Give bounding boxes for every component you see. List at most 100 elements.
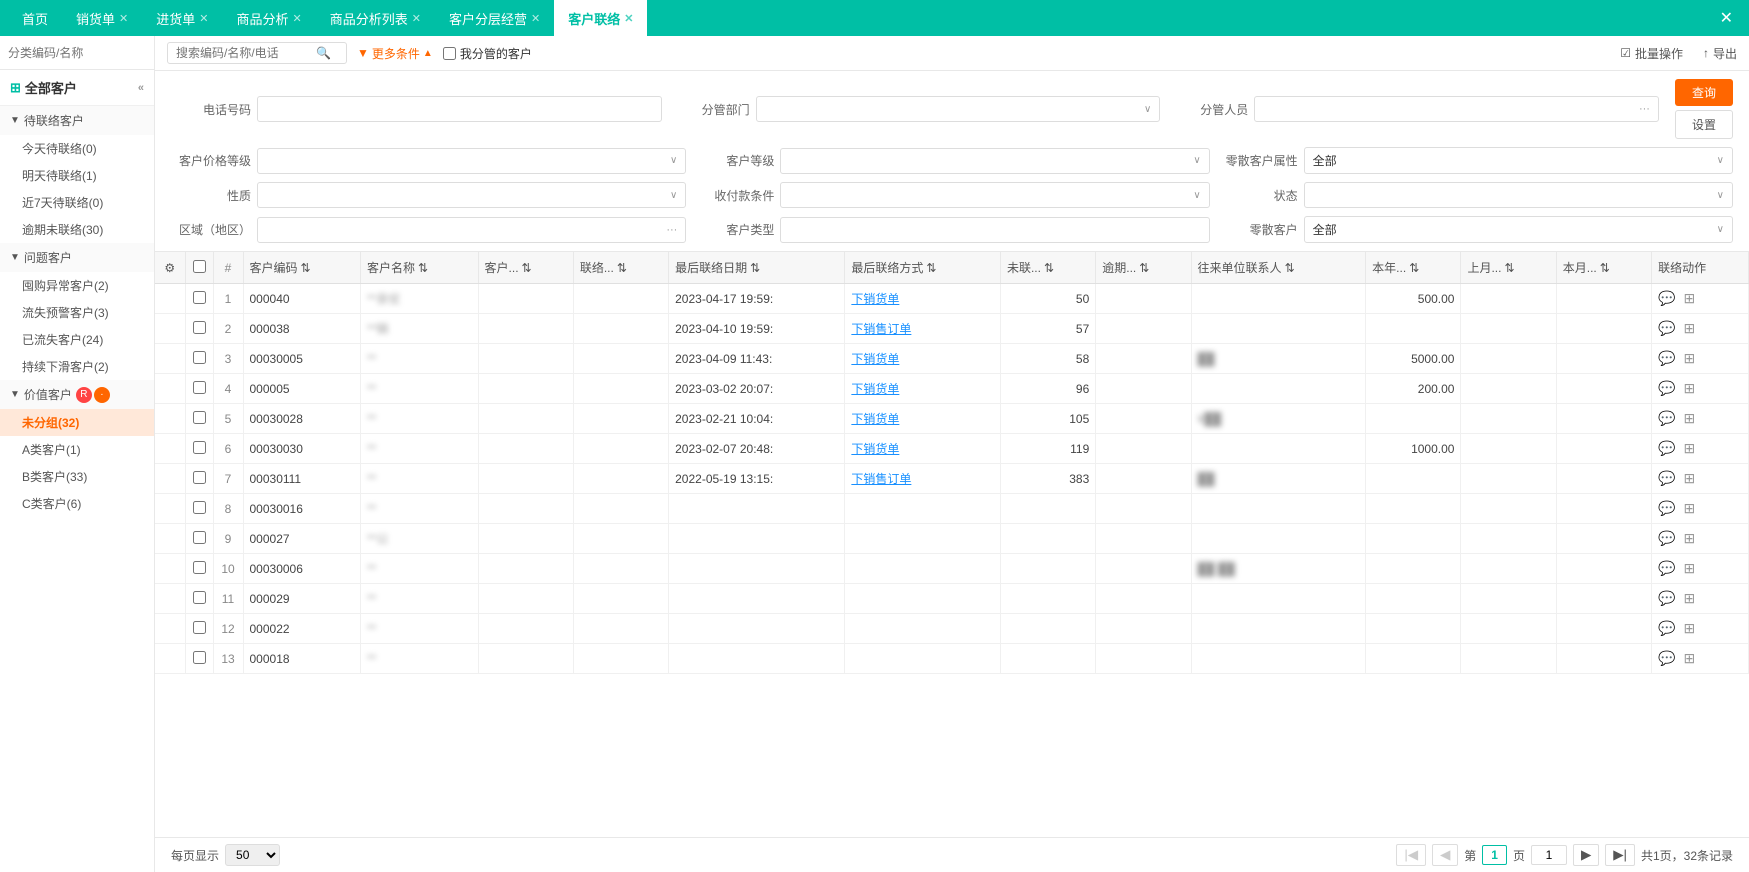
sidebar-item-class-b[interactable]: B类客户(33)	[0, 463, 154, 490]
th-code[interactable]: 客户编码 ⇅	[243, 252, 361, 284]
action-message-icon[interactable]: 💬	[1658, 320, 1675, 337]
action-grid-icon[interactable]: ⊞	[1684, 290, 1696, 307]
nav-home[interactable]: 首页	[8, 0, 62, 36]
nav-sales-close[interactable]: ✕	[119, 12, 128, 25]
row-checkbox[interactable]	[193, 471, 206, 484]
row-checkbox[interactable]	[193, 351, 206, 364]
filter-search-input[interactable]	[176, 46, 316, 60]
action-grid-icon[interactable]: ⊞	[1684, 380, 1696, 397]
td-checkbox[interactable]	[185, 584, 213, 614]
next-page-btn[interactable]: ▶	[1573, 844, 1599, 866]
sidebar-item-declining[interactable]: 持续下滑客户(2)	[0, 353, 154, 380]
first-page-btn[interactable]: |◀	[1396, 844, 1426, 866]
sidebar-search-input[interactable]	[8, 46, 155, 60]
th-this-month[interactable]: 本月... ⇅	[1556, 252, 1651, 284]
row-checkbox[interactable]	[193, 321, 206, 334]
th-overdue[interactable]: 逾期... ⇅	[1096, 252, 1191, 284]
th-this-year[interactable]: 本年... ⇅	[1366, 252, 1461, 284]
row-checkbox[interactable]	[193, 501, 206, 514]
filter-more-btn[interactable]: ▼ 更多条件 ▲	[357, 45, 433, 62]
row-checkbox[interactable]	[193, 651, 206, 664]
action-message-icon[interactable]: 💬	[1658, 620, 1675, 637]
filter-payment-input[interactable]: ∨	[780, 182, 1209, 208]
action-grid-icon[interactable]: ⊞	[1684, 320, 1696, 337]
row-checkbox[interactable]	[193, 591, 206, 604]
action-grid-icon[interactable]: ⊞	[1684, 590, 1696, 607]
sidebar-item-ungroup[interactable]: 未分组(32)	[0, 409, 154, 436]
row-checkbox[interactable]	[193, 561, 206, 574]
td-last-contact-method[interactable]: 下销货单	[845, 434, 1001, 464]
nav-purchase-close[interactable]: ✕	[199, 12, 208, 25]
th-last-contact-date[interactable]: 最后联络日期 ⇅	[669, 252, 845, 284]
td-last-contact-method[interactable]	[845, 644, 1001, 674]
th-no-contact[interactable]: 未联... ⇅	[1000, 252, 1095, 284]
th-last-month[interactable]: 上月... ⇅	[1461, 252, 1556, 284]
action-message-icon[interactable]: 💬	[1658, 560, 1675, 577]
page-size-select[interactable]: 50 20 100	[225, 844, 280, 866]
td-last-contact-method[interactable]: 下销售订单	[845, 464, 1001, 494]
action-message-icon[interactable]: 💬	[1658, 650, 1675, 667]
nav-sales[interactable]: 销货单 ✕	[62, 0, 142, 36]
th-unit-contact[interactable]: 往来单位联系人 ⇅	[1191, 252, 1366, 284]
sidebar-item-churned[interactable]: 已流失客户(24)	[0, 326, 154, 353]
td-last-contact-method[interactable]	[845, 554, 1001, 584]
filter-search-icon[interactable]: 🔍	[316, 46, 331, 60]
filter-phone-input[interactable]	[257, 96, 662, 122]
th-contact[interactable]: 联络... ⇅	[573, 252, 668, 284]
my-customers-checkbox-wrap[interactable]: 我分管的客户	[443, 45, 532, 62]
td-last-contact-method[interactable]	[845, 584, 1001, 614]
td-last-contact-method[interactable]	[845, 524, 1001, 554]
sidebar-group-pending[interactable]: ▼ 待联络客户	[0, 106, 154, 135]
nav-customer-segment[interactable]: 客户分层经营 ✕	[435, 0, 554, 36]
td-checkbox[interactable]	[185, 374, 213, 404]
sidebar-item-class-c[interactable]: C类客户(6)	[0, 490, 154, 517]
sidebar-item-abnormal[interactable]: 囤购异常客户(2)	[0, 272, 154, 299]
td-checkbox[interactable]	[185, 314, 213, 344]
sidebar-item-7days[interactable]: 近7天待联络(0)	[0, 189, 154, 216]
th-last-contact-method[interactable]: 最后联络方式 ⇅	[845, 252, 1001, 284]
td-last-contact-method[interactable]: 下销货单	[845, 344, 1001, 374]
th-checkbox[interactable]	[185, 252, 213, 284]
td-last-contact-method[interactable]	[845, 614, 1001, 644]
export-btn[interactable]: ↑ 导出	[1703, 45, 1737, 62]
select-all-checkbox[interactable]	[193, 260, 206, 273]
reset-button[interactable]: 设置	[1675, 110, 1733, 139]
action-grid-icon[interactable]: ⊞	[1684, 500, 1696, 517]
action-message-icon[interactable]: 💬	[1658, 530, 1675, 547]
action-grid-icon[interactable]: ⊞	[1684, 440, 1696, 457]
action-message-icon[interactable]: 💬	[1658, 410, 1675, 427]
filter-price-level-input[interactable]: ∨	[257, 148, 686, 174]
action-message-icon[interactable]: 💬	[1658, 440, 1675, 457]
action-message-icon[interactable]: 💬	[1658, 470, 1675, 487]
action-grid-icon[interactable]: ⊞	[1684, 620, 1696, 637]
filter-retail-attr-input[interactable]: 全部∨	[1304, 147, 1733, 174]
td-checkbox[interactable]	[185, 434, 213, 464]
query-button[interactable]: 查询	[1675, 79, 1733, 106]
my-customers-checkbox[interactable]	[443, 47, 456, 60]
filter-customer-level-input[interactable]: ∨	[780, 148, 1209, 174]
sidebar-item-overdue[interactable]: 逾期未联络(30)	[0, 216, 154, 243]
row-checkbox[interactable]	[193, 381, 206, 394]
last-page-btn[interactable]: ▶|	[1605, 844, 1635, 866]
nav-analysis-list-close[interactable]: ✕	[412, 12, 421, 25]
action-grid-icon[interactable]: ⊞	[1684, 650, 1696, 667]
action-grid-icon[interactable]: ⊞	[1684, 410, 1696, 427]
prev-page-btn[interactable]: ◀	[1432, 844, 1458, 866]
td-checkbox[interactable]	[185, 644, 213, 674]
filter-manager-input[interactable]: ···	[1254, 96, 1659, 122]
filter-dept-input[interactable]: ∨	[756, 96, 1161, 122]
td-checkbox[interactable]	[185, 524, 213, 554]
filter-region-input[interactable]: ···	[257, 217, 686, 243]
action-message-icon[interactable]: 💬	[1658, 380, 1675, 397]
row-checkbox[interactable]	[193, 441, 206, 454]
nav-analysis-close[interactable]: ✕	[293, 12, 302, 25]
td-last-contact-method[interactable]: 下销货单	[845, 374, 1001, 404]
row-checkbox[interactable]	[193, 411, 206, 424]
batch-ops-btn[interactable]: ☑ 批量操作	[1620, 45, 1683, 62]
sidebar-group-problem[interactable]: ▼ 问题客户	[0, 243, 154, 272]
sidebar-item-churn-warning[interactable]: 流失预警客户(3)	[0, 299, 154, 326]
td-last-contact-method[interactable]: 下销售订单	[845, 314, 1001, 344]
sidebar-group-value[interactable]: ▼ 价值客户 R ·	[0, 380, 154, 409]
action-message-icon[interactable]: 💬	[1658, 590, 1675, 607]
td-checkbox[interactable]	[185, 404, 213, 434]
